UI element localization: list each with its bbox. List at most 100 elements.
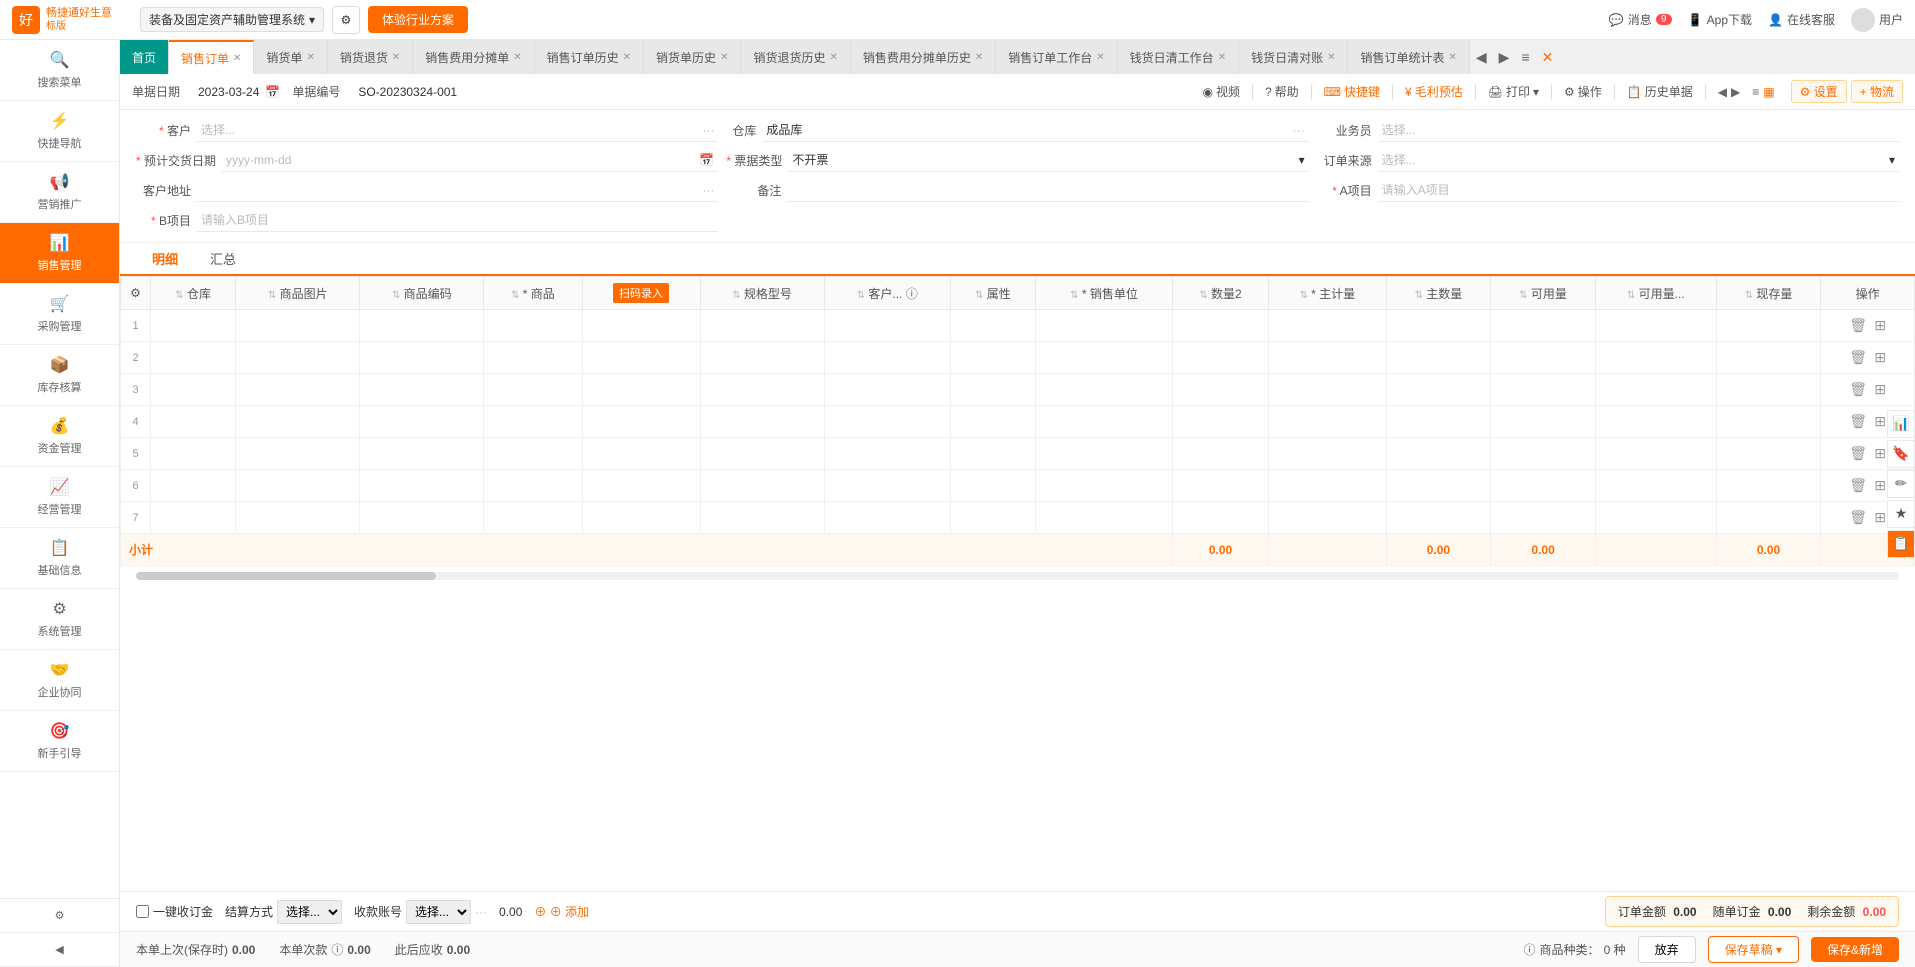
sidebar-item-search[interactable]: 🔍 搜索菜单	[0, 40, 119, 101]
cell-available[interactable]	[1491, 374, 1596, 406]
cell-image[interactable]	[236, 342, 360, 374]
save-new-button[interactable]: 保存&新增	[1811, 937, 1899, 962]
calendar-icon[interactable]: 📅	[265, 85, 280, 99]
delete-row-icon[interactable]: 🗑	[1847, 381, 1869, 397]
online-service-btn[interactable]: 👤 在线客服	[1768, 11, 1835, 28]
tab-menu-btn[interactable]: ≡	[1515, 40, 1535, 74]
delete-row-icon[interactable]: 🗑	[1847, 445, 1869, 461]
sidebar-item-purchase[interactable]: 🛒 采购管理	[0, 284, 119, 345]
history-btn[interactable]: 📋 历史单据	[1627, 83, 1693, 100]
operation-btn[interactable]: ⚙ 操作	[1564, 83, 1602, 100]
cell-code[interactable]	[360, 406, 484, 438]
discard-button[interactable]: 放弃	[1638, 936, 1696, 963]
print-btn[interactable]: 🖨 打印 ▾	[1488, 83, 1539, 100]
cell-customer-code[interactable]	[824, 342, 950, 374]
cell-stock[interactable]	[1716, 374, 1821, 406]
cell-unit[interactable]	[1036, 310, 1173, 342]
tab-sales-return[interactable]: 销货退货 ✕	[328, 40, 413, 74]
sidebar-item-finance[interactable]: 💰 资金管理	[0, 406, 119, 467]
salesperson-input-area[interactable]: 选择...	[1378, 118, 1899, 142]
cell-product[interactable]	[484, 310, 582, 342]
float-btn-1[interactable]: 📊	[1887, 410, 1915, 438]
cell-main-unit[interactable]	[1269, 470, 1387, 502]
tab-close-icon[interactable]: ✕	[720, 52, 728, 63]
cell-available[interactable]	[1491, 470, 1596, 502]
cell-product[interactable]	[484, 502, 582, 534]
cell-main-unit[interactable]	[1269, 502, 1387, 534]
scrollbar-thumb[interactable]	[136, 572, 436, 580]
payment-method-select[interactable]: 选择...	[277, 900, 342, 924]
a-project-input[interactable]: 请输入A项目	[1378, 178, 1899, 202]
cell-code[interactable]	[360, 438, 484, 470]
tab-close-icon[interactable]: ✕	[1218, 52, 1226, 63]
cell-available[interactable]	[1491, 406, 1596, 438]
cell-product[interactable]	[484, 406, 582, 438]
order-source-input[interactable]: 选择... ▾	[1378, 148, 1899, 172]
tab-close-icon[interactable]: ✕	[623, 52, 631, 63]
tab-close-icon[interactable]: ✕	[306, 52, 314, 63]
cell-main-unit[interactable]	[1269, 342, 1387, 374]
horizontal-scrollbar[interactable]	[120, 566, 1915, 586]
cell-code[interactable]	[360, 310, 484, 342]
tab-home[interactable]: 首页	[120, 40, 169, 74]
cell-image[interactable]	[236, 406, 360, 438]
sidebar-settings-btn[interactable]: ⚙	[0, 899, 119, 933]
add-logistics-btn[interactable]: + 物流	[1851, 80, 1903, 103]
cell-stock[interactable]	[1716, 502, 1821, 534]
cell-product[interactable]	[484, 342, 582, 374]
cell-customer-code[interactable]	[824, 470, 950, 502]
cell-qty2[interactable]	[1173, 470, 1269, 502]
user-menu[interactable]: 用户	[1851, 8, 1903, 32]
cell-image[interactable]	[236, 502, 360, 534]
delete-row-icon[interactable]: 🗑	[1847, 349, 1869, 365]
cell-unit[interactable]	[1036, 470, 1173, 502]
cell-available[interactable]	[1491, 438, 1596, 470]
cell-warehouse[interactable]	[151, 438, 236, 470]
receipt-more-icon[interactable]: ···	[475, 905, 487, 919]
tab-daily-reconcile[interactable]: 钱货日清对账 ✕	[1239, 40, 1348, 74]
float-btn-4[interactable]: ★	[1887, 500, 1915, 528]
cell-available2[interactable]	[1595, 406, 1716, 438]
cell-code[interactable]	[360, 470, 484, 502]
tab-close-icon[interactable]: ✕	[392, 52, 400, 63]
save-draft-button[interactable]: 保存草稿 ▾	[1708, 936, 1799, 963]
tab-expense-history[interactable]: 销售费用分摊单历史 ✕	[851, 40, 996, 74]
tab-sales-order-history[interactable]: 销售订单历史 ✕	[535, 40, 644, 74]
cell-stock[interactable]	[1716, 470, 1821, 502]
cell-customer-code[interactable]	[824, 310, 950, 342]
tab-sales-order[interactable]: 销售订单 ✕	[169, 40, 254, 74]
cell-image[interactable]	[236, 310, 360, 342]
tab-sales-slip[interactable]: 销货单 ✕	[254, 40, 327, 74]
cell-main-unit[interactable]	[1269, 406, 1387, 438]
tab-detail[interactable]: 明细	[136, 243, 194, 276]
cell-attr[interactable]	[950, 310, 1035, 342]
cell-code[interactable]	[360, 374, 484, 406]
cell-stock[interactable]	[1716, 342, 1821, 374]
copy-row-icon[interactable]: ⊞	[1872, 413, 1888, 429]
cell-customer-code[interactable]	[824, 438, 950, 470]
cell-customer-code[interactable]	[824, 406, 950, 438]
float-btn-5[interactable]: 📋	[1887, 530, 1915, 558]
tab-daily-clear[interactable]: 钱货日清工作台 ✕	[1118, 40, 1239, 74]
cell-main-qty[interactable]	[1386, 502, 1491, 534]
sidebar-item-guide[interactable]: 🎯 新手引导	[0, 711, 119, 772]
cell-qty2[interactable]	[1173, 310, 1269, 342]
cell-attr[interactable]	[950, 342, 1035, 374]
delete-row-icon[interactable]: 🗑	[1847, 317, 1869, 333]
cell-spec[interactable]	[700, 310, 824, 342]
sidebar-item-inventory[interactable]: 📦 库存核算	[0, 345, 119, 406]
copy-row-icon[interactable]: ⊞	[1872, 381, 1888, 397]
tab-sales-slip-history[interactable]: 销货单历史 ✕	[644, 40, 741, 74]
cell-main-unit[interactable]	[1269, 438, 1387, 470]
grid-view-icon[interactable]: ▦	[1763, 85, 1774, 99]
cell-available2[interactable]	[1595, 502, 1716, 534]
cell-main-unit[interactable]	[1269, 310, 1387, 342]
cell-qty2[interactable]	[1173, 438, 1269, 470]
cell-available2[interactable]	[1595, 438, 1716, 470]
copy-row-icon[interactable]: ⊞	[1872, 509, 1888, 525]
copy-row-icon[interactable]: ⊞	[1872, 317, 1888, 333]
app-download-btn[interactable]: 📱 App下载	[1688, 11, 1752, 28]
delete-row-icon[interactable]: 🗑	[1847, 509, 1869, 525]
cell-available[interactable]	[1491, 310, 1596, 342]
system-selector[interactable]: 装备及固定资产辅助管理系统 ▾	[140, 7, 324, 32]
